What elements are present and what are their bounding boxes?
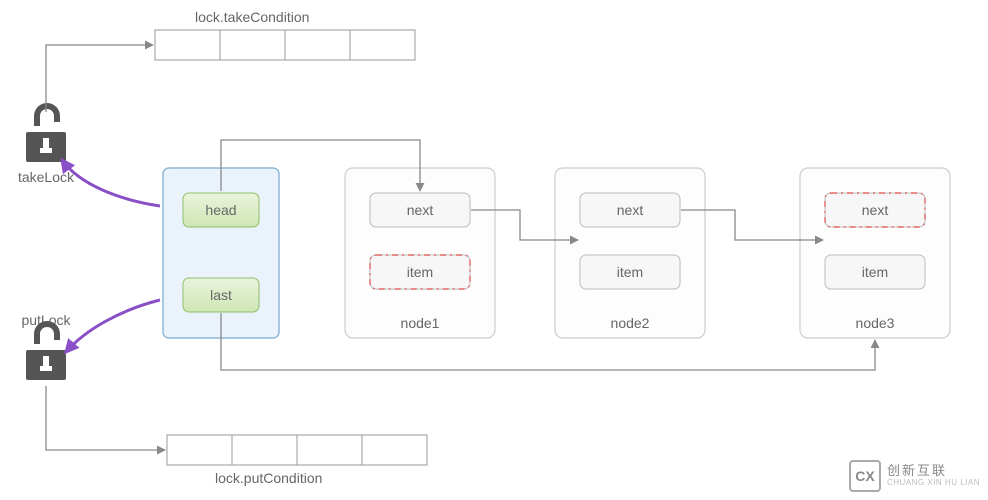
node3-next-label: next [862,202,889,218]
node1: next item node1 [345,168,495,338]
node1-title: node1 [401,315,440,331]
watermark-line1: 创新互联 [887,464,980,478]
take-condition-queue: lock.takeCondition [155,9,415,60]
diagram-canvas: lock.takeCondition takeLock putLock lock… [0,0,988,500]
node2-item-label: item [617,264,643,280]
arrow-takelock-to-condition [46,45,153,112]
node3: next item node3 [800,168,950,338]
node2-title: node2 [611,315,650,331]
node2: next item node2 [555,168,705,338]
watermark-badge: CX [849,460,881,492]
put-condition-label: lock.putCondition [215,470,322,486]
last-label: last [210,287,232,303]
watermark: CX 创新互联 CHUANG XIN HU LIAN [849,460,980,492]
arrow-putlock-to-condition [46,386,165,450]
node3-item-label: item [862,264,888,280]
queue-box: head last [163,168,279,338]
take-condition-label: lock.takeCondition [195,9,309,25]
take-lock-label: takeLock [18,169,75,185]
head-label: head [205,202,236,218]
watermark-line2: CHUANG XIN HU LIAN [887,479,980,488]
node1-item-label: item [407,264,433,280]
arrow-last-to-node3 [221,313,875,370]
purple-arrow-put [66,300,160,352]
node1-next-label: next [407,202,434,218]
purple-arrow-take [62,160,160,206]
node2-next-label: next [617,202,644,218]
put-condition-queue: lock.putCondition [167,435,427,486]
node3-title: node3 [856,315,895,331]
put-lock [26,321,66,380]
